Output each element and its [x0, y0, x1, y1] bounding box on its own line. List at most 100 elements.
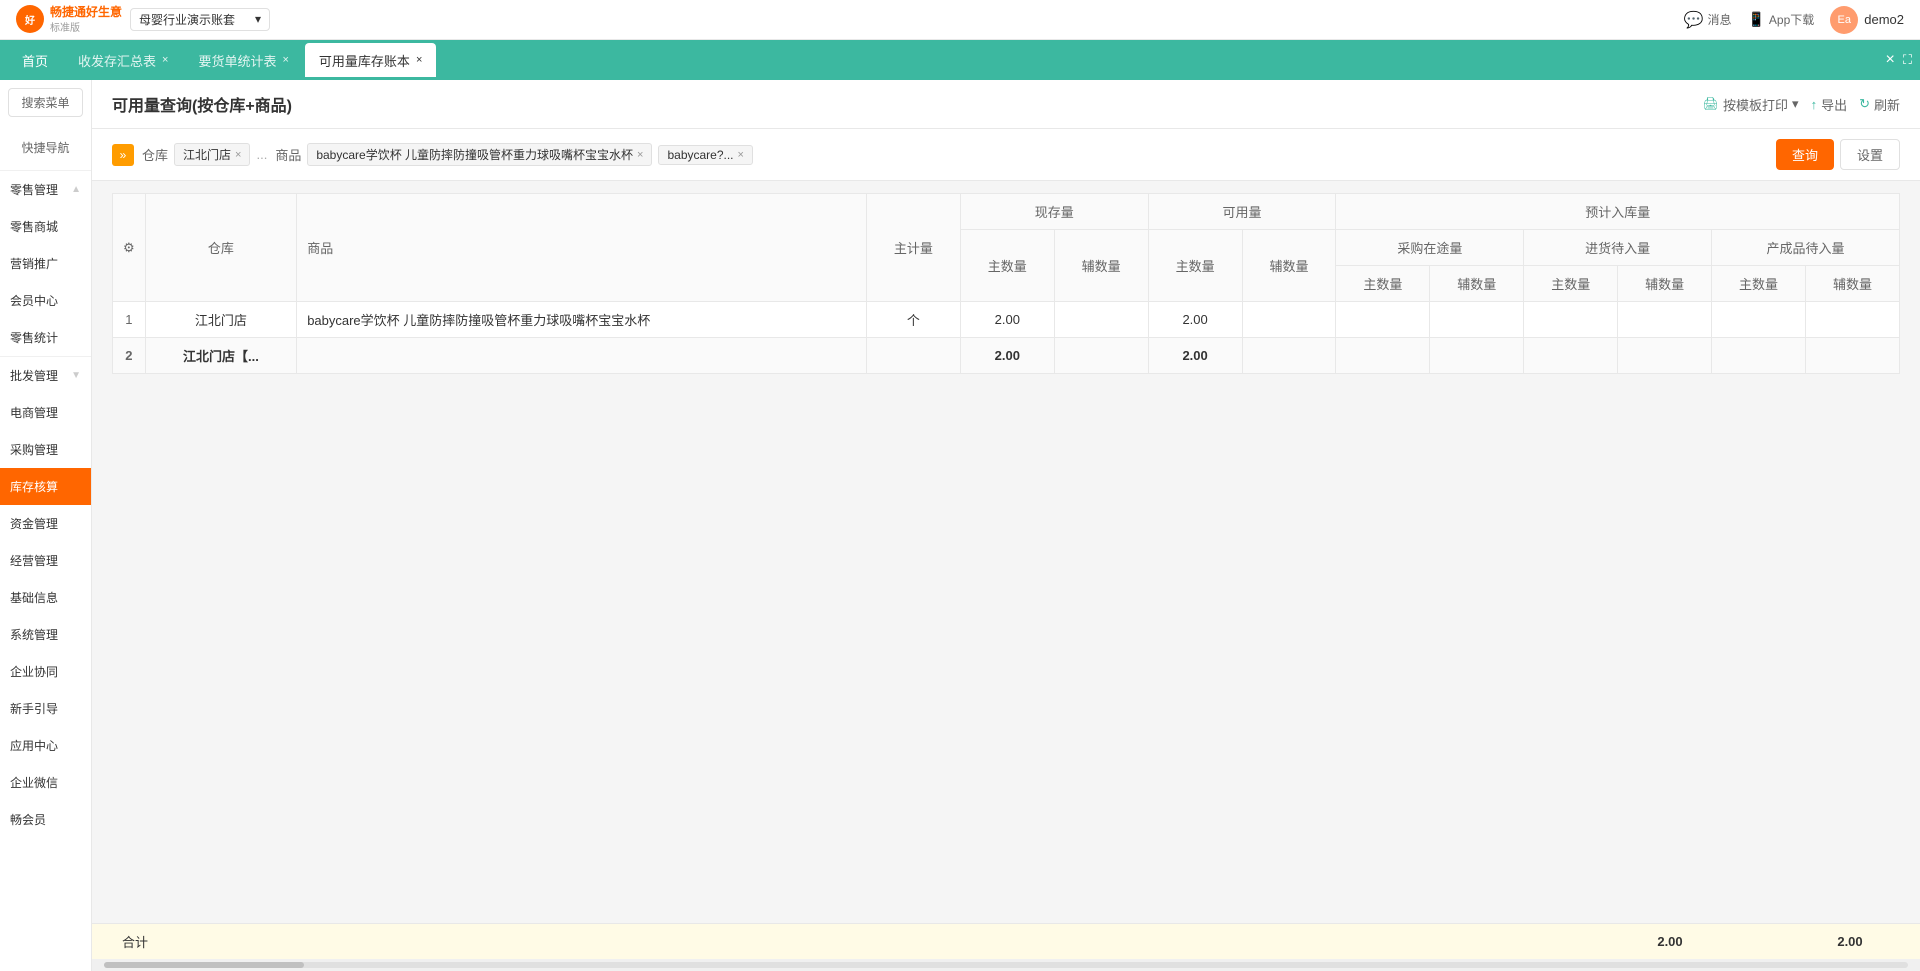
sidebar-item-wholesale-mgmt[interactable]: 批发管理 ▼ [0, 357, 91, 394]
tab-receivables-close[interactable]: × [162, 54, 168, 66]
current-main-qty-header: 主数量 [960, 230, 1054, 302]
user-area[interactable]: Ea demo2 [1830, 6, 1904, 34]
table-area: ⚙ 仓库 商品 主计量 现存量 可用量 预计入库量 主数量 辅数量 主数量 辅数… [92, 181, 1920, 923]
tab-available-stock-close[interactable]: × [416, 54, 422, 66]
tab-receivables[interactable]: 收发存汇总表 × [64, 43, 182, 77]
sidebar-item-vip-member[interactable]: 畅会员 [0, 801, 91, 838]
main-unit-col-header: 主计量 [866, 194, 960, 302]
sidebar-item-basic-info[interactable]: 基础信息 [0, 579, 91, 616]
print-icon: 🖨 [1703, 96, 1720, 112]
warehouse-col-header: 仓库 [145, 194, 297, 302]
tab-home-label: 首页 [22, 51, 48, 70]
sidebar-item-new-guide[interactable]: 新手引导 [0, 690, 91, 727]
purchase-aux-2 [1430, 338, 1524, 374]
incoming-main-1 [1524, 302, 1618, 338]
message-button[interactable]: 💬 消息 [1684, 10, 1732, 30]
footer-total-label: 合计 [112, 932, 232, 951]
industry-selector[interactable]: 母婴行业演示账套 ▾ [130, 8, 270, 31]
refresh-icon: ↻ [1859, 96, 1870, 112]
avatar: Ea [1830, 6, 1858, 34]
warehouse-filter-group: 仓库 江北门店 × ... [142, 143, 267, 166]
product-remove-icon-2[interactable]: × [738, 149, 744, 161]
scroll-track [104, 962, 1908, 968]
available-aux-2 [1242, 338, 1336, 374]
chevron-down-icon: ▾ [1792, 96, 1799, 112]
user-name: demo2 [1864, 12, 1904, 27]
top-bar-right: 💬 消息 📱 App下载 Ea demo2 [1684, 6, 1904, 34]
product-1: babycare学饮杯 儿童防摔防撞吸管杯重力球吸嘴杯宝宝水杯 [297, 302, 867, 338]
app-icon: 📱 [1747, 11, 1764, 28]
product-value-2: babycare?... [667, 148, 733, 162]
close-all-tabs-button[interactable]: × [1886, 51, 1895, 69]
print-template-button[interactable]: 🖨 按模板打印 ▾ [1703, 95, 1799, 114]
message-label: 消息 [1707, 11, 1731, 28]
fullscreen-button[interactable]: ⛶ [1903, 52, 1912, 68]
filter-expand-button[interactable]: » [112, 144, 134, 166]
top-bar: 好 畅捷通好生意 标准版 母婴行业演示账套 ▾ 💬 消息 📱 App下载 Ea … [0, 0, 1920, 40]
scroll-thumb[interactable] [104, 962, 304, 968]
incoming-main-header: 主数量 [1524, 266, 1618, 302]
production-pending-header: 产成品待入量 [1712, 230, 1900, 266]
sidebar-item-enterprise-wechat[interactable]: 企业微信 [0, 764, 91, 801]
sidebar-item-inventory-check[interactable]: 库存核算 [0, 468, 91, 505]
tab-available-stock[interactable]: 可用量库存账本 × [305, 43, 436, 77]
refresh-button[interactable]: ↻ 刷新 [1859, 95, 1900, 114]
production-main-header: 主数量 [1712, 266, 1806, 302]
incoming-pending-header: 进货待入量 [1524, 230, 1712, 266]
sidebar-item-operations-mgmt[interactable]: 经营管理 [0, 542, 91, 579]
sidebar-item-purchase-mgmt[interactable]: 采购管理 [0, 431, 91, 468]
warehouse-remove-icon[interactable]: × [235, 149, 241, 161]
table-row: 1 江北门店 babycare学饮杯 儿童防摔防撞吸管杯重力球吸嘴杯宝宝水杯 个… [113, 302, 1900, 338]
current-aux-2 [1054, 338, 1148, 374]
sidebar-item-enterprise-collab[interactable]: 企业协同 [0, 653, 91, 690]
purchase-transit-header: 采购在途量 [1336, 230, 1524, 266]
warehouse-1: 江北门店 [145, 302, 297, 338]
sidebar-item-ecommerce-mgmt[interactable]: 电商管理 [0, 394, 91, 431]
chevron-icon: ▼ [71, 370, 81, 381]
current-aux-1 [1054, 302, 1148, 338]
sidebar-item-member-center[interactable]: 会员中心 [0, 282, 91, 319]
sidebar-item-retail-store[interactable]: 零售商城 [0, 208, 91, 245]
warehouse-more-icon[interactable]: ... [256, 147, 267, 162]
main-layout: 搜索菜单 快捷导航 零售管理 ▲ 零售商城 营销推广 会员中心 零售统计 批发管… [0, 80, 1920, 971]
quick-nav-button[interactable]: 快捷导航 [8, 133, 83, 162]
settings-col-header[interactable]: ⚙ [113, 194, 146, 302]
search-menu-button[interactable]: 搜索菜单 [8, 88, 83, 117]
purchase-transit-main-header: 主数量 [1336, 266, 1430, 302]
sidebar-item-marketing[interactable]: 营销推广 [0, 245, 91, 282]
export-label: 导出 [1821, 95, 1847, 114]
warehouse-value: 江北门店 [183, 146, 231, 163]
purchase-main-2 [1336, 338, 1430, 374]
product-tag-2: babycare?... × [658, 145, 752, 165]
app-download-button[interactable]: 📱 App下载 [1747, 11, 1814, 28]
tab-purchase-stats[interactable]: 要货单统计表 × [184, 43, 302, 77]
purchase-transit-aux-header: 辅数量 [1430, 266, 1524, 302]
message-icon: 💬 [1684, 10, 1704, 30]
tab-home[interactable]: 首页 [8, 43, 62, 77]
chevron-icon: ▲ [71, 184, 81, 195]
production-aux-2 [1805, 338, 1899, 374]
available-aux-1 [1242, 302, 1336, 338]
sidebar-item-app-center[interactable]: 应用中心 [0, 727, 91, 764]
horizontal-scrollbar[interactable] [92, 959, 1920, 971]
sidebar-item-system-mgmt[interactable]: 系统管理 [0, 616, 91, 653]
query-button[interactable]: 查询 [1776, 139, 1834, 170]
sidebar-item-retail-mgmt[interactable]: 零售管理 ▲ [0, 171, 91, 208]
incoming-aux-2 [1618, 338, 1712, 374]
sidebar-item-retail-stats[interactable]: 零售统计 [0, 319, 91, 356]
row-num-1: 1 [113, 302, 146, 338]
page-header: 可用量查询(按仓库+商品) 🖨 按模板打印 ▾ ↑ 导出 ↻ 刷新 [92, 80, 1920, 129]
logo-sub: 标准版 [50, 19, 122, 34]
settings-button[interactable]: 设置 [1840, 139, 1900, 170]
warehouse-label: 仓库 [142, 145, 168, 164]
sidebar-item-finance-mgmt[interactable]: 资金管理 [0, 505, 91, 542]
nav-tabs-right: × ⛶ [1886, 51, 1912, 69]
product-remove-icon-1[interactable]: × [637, 149, 643, 161]
production-main-1 [1712, 302, 1806, 338]
available-group-header: 可用量 [1148, 194, 1336, 230]
export-button[interactable]: ↑ 导出 [1811, 95, 1848, 114]
available-main-1: 2.00 [1148, 302, 1242, 338]
incoming-main-2 [1524, 338, 1618, 374]
tab-receivables-label: 收发存汇总表 [78, 51, 156, 70]
tab-purchase-stats-close[interactable]: × [282, 54, 288, 66]
